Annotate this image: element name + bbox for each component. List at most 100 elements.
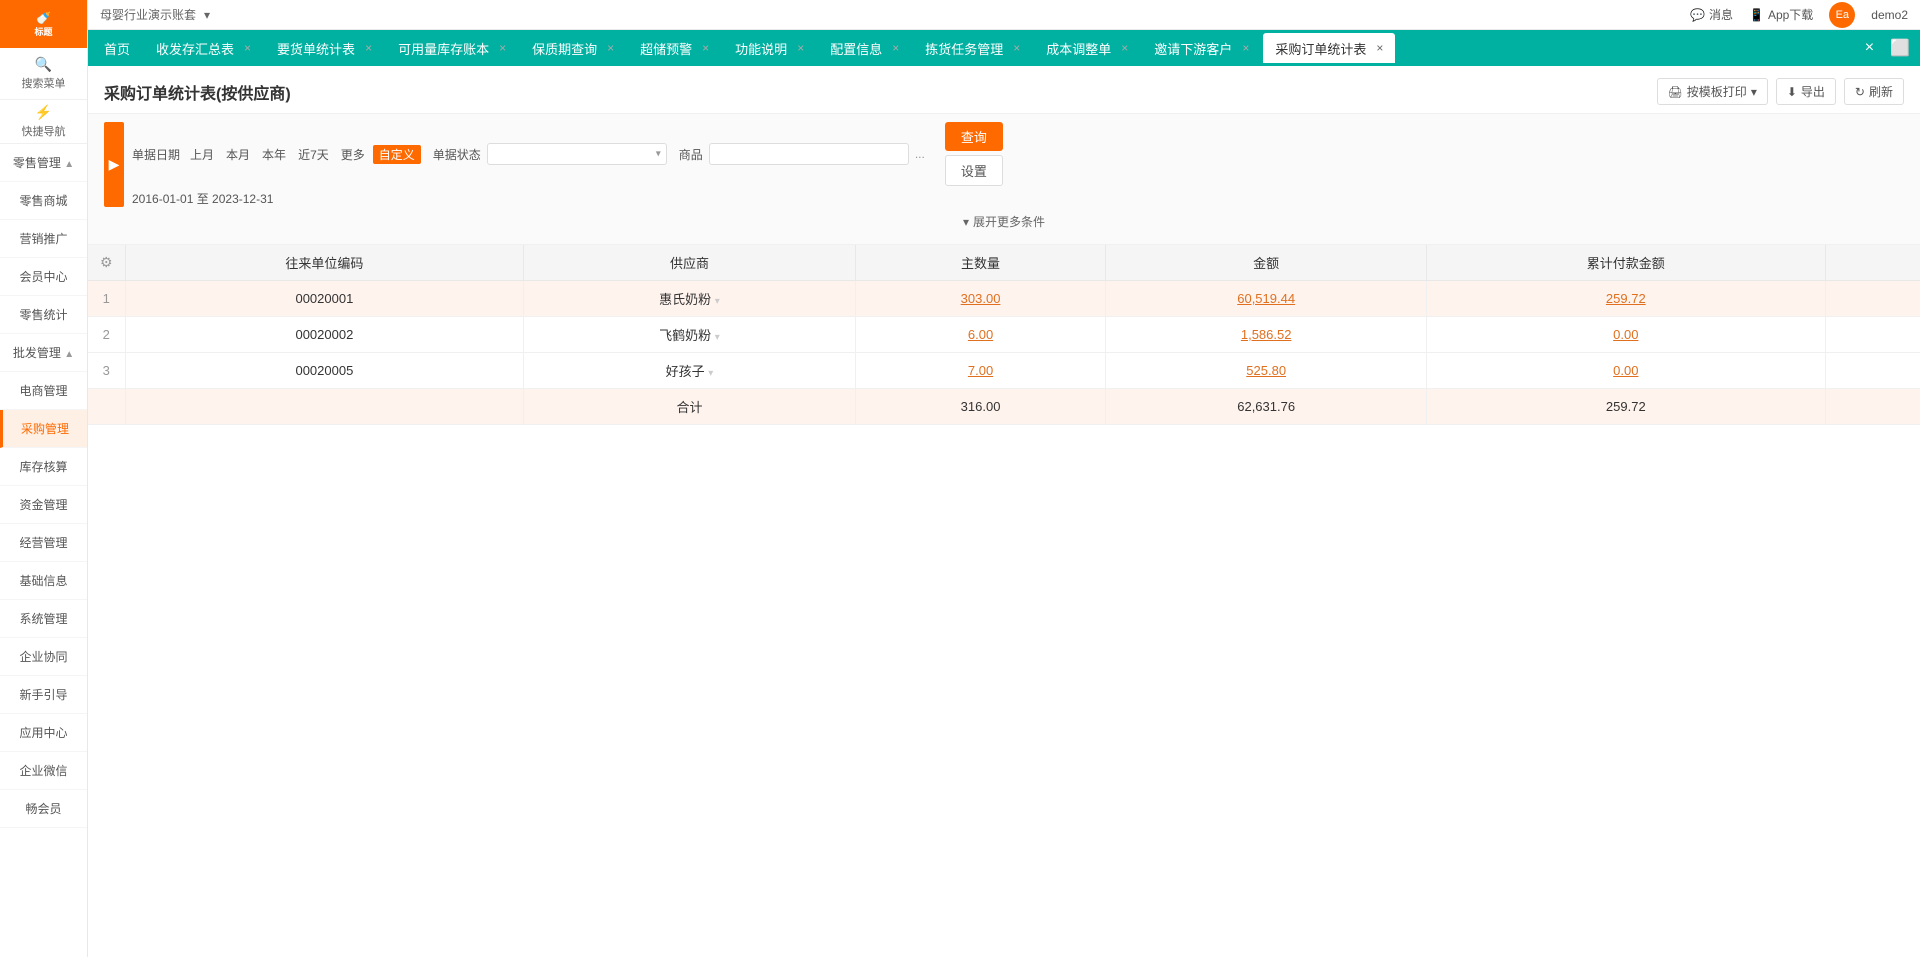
date-shortcut-this-year[interactable]: 本年 (258, 144, 290, 165)
column-settings-icon[interactable]: ⚙ (100, 254, 113, 270)
row-qty: 6.00 (855, 317, 1106, 353)
sidebar-item-retail-stat[interactable]: 零售统计 (0, 296, 87, 334)
table-footer-row: 合计 316.00 62,631.76 259.72 (88, 389, 1920, 425)
sidebar-item-ecommerce-mgmt[interactable]: 电商管理 (0, 372, 87, 410)
goods-more-icon[interactable]: ... (915, 147, 925, 161)
goods-input[interactable] (709, 143, 909, 165)
date-label: 单据日期 (132, 146, 180, 163)
refresh-icon: ↻ (1855, 85, 1865, 99)
refresh-button[interactable]: ↻ 刷新 (1844, 78, 1904, 105)
app-download-button[interactable]: 📱 App下载 (1749, 6, 1813, 23)
sidebar-item-enterprise-coop[interactable]: 企业协同 (0, 638, 87, 676)
tab-maximize-button[interactable]: ⬜ (1884, 38, 1916, 58)
tab-close-icon[interactable]: × (892, 41, 899, 55)
sidebar-item-app-center[interactable]: 应用中心 (0, 714, 87, 752)
tab-close-icon[interactable]: × (499, 41, 506, 55)
table-row: 3 00020005 好孩子 ▾ 7.00 525.80 0.00 (88, 353, 1920, 389)
sidebar-item-sys-mgmt[interactable]: 系统管理 (0, 600, 87, 638)
th-empty (1825, 245, 1920, 281)
qty-link[interactable]: 6.00 (968, 327, 993, 342)
tab-config-info[interactable]: 配置信息 × (818, 33, 911, 63)
tab-pick-task[interactable]: 拣货任务管理 × (913, 33, 1032, 63)
tab-close-icon[interactable]: × (702, 41, 709, 55)
amount-link[interactable]: 60,519.44 (1237, 291, 1295, 306)
tab-cost-adjust[interactable]: 成本调整单 × (1034, 33, 1140, 63)
row-supplier: 飞鹤奶粉 ▾ (524, 317, 855, 353)
sidebar-item-purchase-mgmt[interactable]: 采购管理 (0, 410, 87, 448)
date-range-display: 2016-01-01 至 2023-12-31 (132, 190, 273, 207)
tab-purchase-stat[interactable]: 采购订单统计表 × (1263, 33, 1395, 63)
tab-close-icon[interactable]: × (797, 41, 804, 55)
expand-more-button[interactable]: ▾ 展开更多条件 (963, 213, 1045, 230)
sidebar-item-member[interactable]: 畅会员 (0, 790, 87, 828)
setting-button[interactable]: 设置 (945, 155, 1003, 186)
expand-row: ▾ 展开更多条件 (104, 207, 1904, 236)
workspace-dropdown-icon: ▾ (204, 8, 210, 22)
sidebar-item-quick-nav[interactable]: ⚡ 快捷导航 (0, 100, 87, 144)
tab-close-icon[interactable]: × (244, 41, 251, 55)
tab-warranty[interactable]: 保质期查询 × (520, 33, 626, 63)
page-actions: 🖨 按模板打印 ▾ ⬇ 导出 ↻ 刷新 (1657, 78, 1904, 105)
workspace-name: 母婴行业演示账套 (100, 6, 196, 23)
footer-empty-settings (88, 389, 125, 425)
tab-collect-send[interactable]: 收发存汇总表 × (144, 33, 263, 63)
sidebar-item-inventory-check[interactable]: 库存核算 (0, 448, 87, 486)
tab-order-stat[interactable]: 要货单统计表 × (265, 33, 384, 63)
amount-link[interactable]: 1,586.52 (1241, 327, 1292, 342)
sidebar-item-ops-mgmt[interactable]: 经营管理 (0, 524, 87, 562)
sidebar-item-retail-mall[interactable]: 零售商城 (0, 182, 87, 220)
print-button[interactable]: 🖨 按模板打印 ▾ (1657, 78, 1768, 105)
paid-link[interactable]: 259.72 (1606, 291, 1646, 306)
filter-date: 单据日期 上月 本月 本年 近7天 更多 自定义 (132, 144, 421, 165)
query-button[interactable]: 查询 (945, 122, 1003, 151)
tab-overstock-warn[interactable]: 超储预警 × (628, 33, 721, 63)
date-shortcut-last-month[interactable]: 上月 (186, 144, 218, 165)
avatar: Ea (1829, 2, 1855, 28)
date-shortcut-more[interactable]: 更多 (337, 144, 369, 165)
tab-close-icon[interactable]: × (607, 41, 614, 55)
chevron-down-icon: ▲ (64, 159, 74, 170)
sidebar-item-enterprise-wechat[interactable]: 企业微信 (0, 752, 87, 790)
tab-close-icon[interactable]: × (1376, 41, 1383, 55)
sidebar-item-member-center[interactable]: 会员中心 (0, 258, 87, 296)
tab-available-stock[interactable]: 可用量库存账本 × (386, 33, 518, 63)
date-shortcut-7days[interactable]: 近7天 (294, 144, 333, 165)
tab-bar: 首页 收发存汇总表 × 要货单统计表 × 可用量库存账本 × 保质期查询 × 超… (88, 30, 1920, 66)
filter-toggle-button[interactable]: ▶ (104, 122, 124, 207)
paid-link[interactable]: 0.00 (1613, 363, 1638, 378)
tab-close-window-button[interactable]: × (1859, 39, 1880, 57)
date-shortcut-this-month[interactable]: 本月 (222, 144, 254, 165)
sidebar-item-new-guide[interactable]: 新手引导 (0, 676, 87, 714)
row-empty (1825, 353, 1920, 389)
th-qty: 主数量 (855, 245, 1106, 281)
tab-close-icon[interactable]: × (1242, 41, 1249, 55)
qty-link[interactable]: 303.00 (961, 291, 1001, 306)
sidebar-item-retail-mgmt[interactable]: 零售管理 ▲ (0, 144, 87, 182)
filter-bar: ▶ 单据日期 上月 本月 本年 近7天 更多 自定义 (88, 114, 1920, 245)
paid-link[interactable]: 0.00 (1613, 327, 1638, 342)
tab-home[interactable]: 首页 (92, 33, 142, 63)
tab-close-icon[interactable]: × (365, 41, 372, 55)
sidebar-item-basic-info[interactable]: 基础信息 (0, 562, 87, 600)
table-row: 1 00020001 惠氏奶粉 ▾ 303.00 60,519.44 259.7… (88, 281, 1920, 317)
message-button[interactable]: 💬 消息 (1690, 6, 1733, 23)
sidebar-item-finance-mgmt[interactable]: 资金管理 (0, 486, 87, 524)
tab-function-desc[interactable]: 功能说明 × (723, 33, 816, 63)
amount-link[interactable]: 525.80 (1246, 363, 1286, 378)
top-bar-right: 💬 消息 📱 App下载 Ea demo2 (1690, 2, 1908, 28)
tab-invite-downstream[interactable]: 邀请下游客户 × (1142, 33, 1261, 63)
sidebar-item-marketing[interactable]: 营销推广 (0, 220, 87, 258)
sidebar-item-wholesale-mgmt[interactable]: 批发管理 ▲ (0, 334, 87, 372)
tab-close-icon[interactable]: × (1013, 41, 1020, 55)
tab-close-icon[interactable]: × (1121, 41, 1128, 55)
workspace-selector[interactable]: 母婴行业演示账套 ▾ (100, 6, 210, 23)
date-custom-button[interactable]: 自定义 (373, 145, 421, 164)
qty-link[interactable]: 7.00 (968, 363, 993, 378)
row-code: 00020005 (125, 353, 524, 389)
sidebar-item-search[interactable]: 🔍 搜索菜单 (0, 48, 87, 100)
filter-row-date-range: 2016-01-01 至 2023-12-31 (132, 190, 1904, 207)
status-label: 单据状态 (433, 146, 481, 163)
export-button[interactable]: ⬇ 导出 (1776, 78, 1836, 105)
goods-label: 商品 (679, 146, 703, 163)
status-select[interactable] (487, 143, 667, 165)
